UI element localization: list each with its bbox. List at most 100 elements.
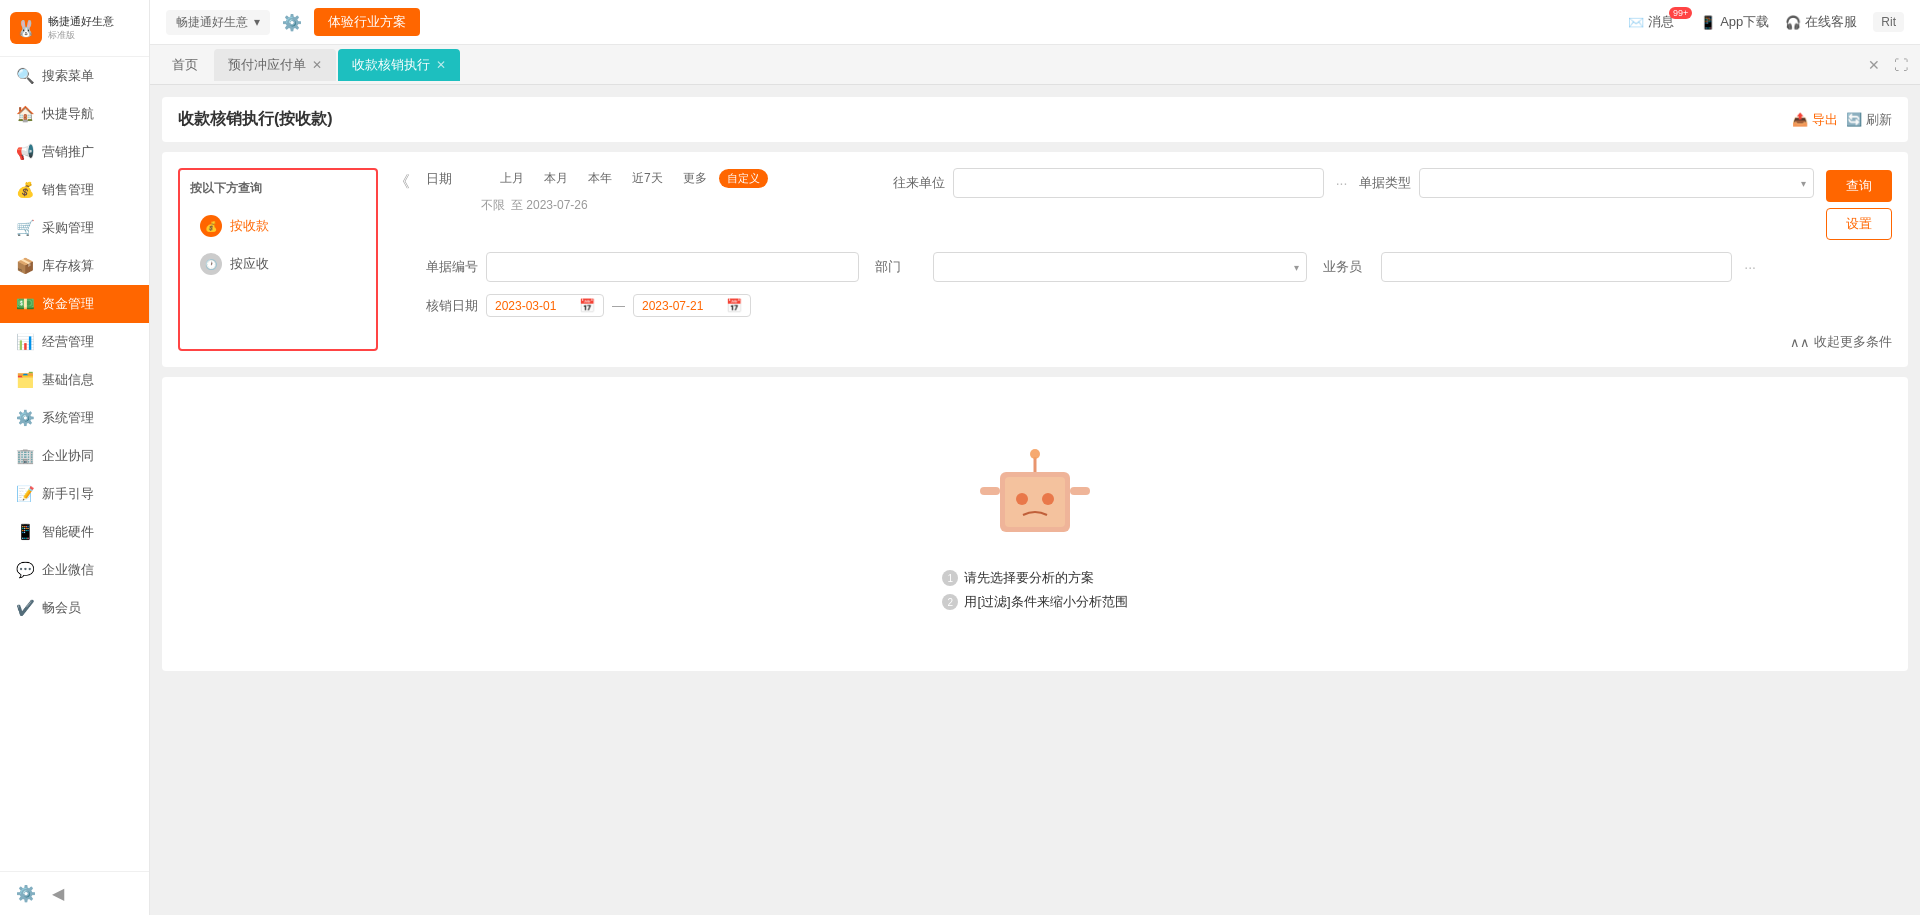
app-download-button[interactable]: 📱 App下载 (1700, 13, 1769, 31)
dept-select-wrapper: ▾ (933, 252, 1308, 282)
calendar-start-icon[interactable]: 📅 (579, 298, 595, 313)
filter-collapse-btn[interactable]: 《 (390, 168, 414, 197)
sidebar-item-marketing[interactable]: 📢 营销推广 (0, 133, 149, 171)
header-brand: 畅捷通好生意 ▾ (166, 10, 270, 35)
tab-close-all-btn[interactable]: ✕ (1864, 53, 1884, 77)
operation-icon: 📊 (16, 333, 34, 351)
sidebar-item-wechat[interactable]: 💬 企业微信 (0, 551, 149, 589)
content-card: 1 请先选择要分析的方案 2 用[过滤]条件来缩小分析范围 (162, 377, 1908, 671)
sidebar-item-operation[interactable]: 📊 经营管理 (0, 323, 149, 361)
sidebar-item-search[interactable]: 🔍 搜索菜单 (0, 57, 149, 95)
date-btn-last-month[interactable]: 上月 (492, 168, 532, 189)
hint-num-1: 1 (942, 570, 958, 586)
date-range-dash: — (612, 298, 625, 313)
writeoff-date-start-input[interactable] (495, 299, 575, 313)
filter-option-by-receivable[interactable]: 🕐 按应收 (190, 245, 366, 283)
doctype-label: 单据类型 (1359, 174, 1411, 192)
sidebar-item-basic[interactable]: 🗂️ 基础信息 (0, 361, 149, 399)
date-custom-btn[interactable]: 自定义 (719, 169, 768, 188)
filter-row-date: 日期 上月 本月 本年 近7天 更多 自定义 (426, 168, 881, 189)
hint-text-2: 用[过滤]条件来缩小分析范围 (964, 593, 1127, 611)
tab-close-receivable[interactable]: ✕ (436, 58, 446, 72)
svg-rect-7 (1070, 487, 1090, 495)
filter-field-writeoff: 核销日期 📅 — 📅 (426, 294, 1892, 317)
sidebar-item-sales[interactable]: 💰 销售管理 (0, 171, 149, 209)
sidebar-settings-btn[interactable]: ⚙️ (16, 884, 36, 903)
filter-option-by-receipt[interactable]: 💰 按收款 (190, 207, 366, 245)
tab-prepay[interactable]: 预付冲应付单 ✕ (214, 49, 336, 81)
sidebar-menu: 🔍 搜索菜单 🏠 快捷导航 📢 营销推广 💰 销售管理 🛒 采购管理 📦 库存核… (0, 57, 149, 871)
purchase-icon: 🛒 (16, 219, 34, 237)
sidebar-item-system[interactable]: ⚙️ 系统管理 (0, 399, 149, 437)
tab-bar: 首页 预付冲应付单 ✕ 收款核销执行 ✕ ✕ ⛶ (150, 45, 1920, 85)
empty-hint-2: 2 用[过滤]条件来缩小分析范围 (942, 593, 1127, 611)
date-to-label: 至 2023-07-26 (511, 197, 588, 214)
filter-right-area: 日期 上月 本月 本年 近7天 更多 自定义 不限 (426, 168, 1892, 351)
system-icon: ⚙️ (16, 409, 34, 427)
svg-point-5 (1030, 449, 1040, 459)
empty-hints: 1 请先选择要分析的方案 2 用[过滤]条件来缩小分析范围 (942, 569, 1127, 611)
sidebar-item-purchase[interactable]: 🛒 采购管理 (0, 209, 149, 247)
salesperson-dots-btn[interactable]: ··· (1744, 259, 1756, 275)
writeoff-date-start-wrap[interactable]: 📅 (486, 294, 604, 317)
export-button[interactable]: 📤 导出 (1792, 111, 1838, 129)
header-gear-icon[interactable]: ⚙️ (282, 13, 302, 32)
sidebar-item-finance[interactable]: 💵 资金管理 (0, 285, 149, 323)
collapse-more-btn[interactable]: ∧∧ 收起更多条件 (1790, 333, 1892, 351)
date-btn-more[interactable]: 更多 (675, 168, 715, 189)
doctype-select[interactable] (1419, 168, 1814, 198)
writeoff-date-end-wrap[interactable]: 📅 (633, 294, 751, 317)
sidebar-item-member[interactable]: ✔️ 畅会员 (0, 589, 149, 627)
date-btn-7days[interactable]: 近7天 (624, 168, 671, 189)
chevron-up-icon: ∧∧ (1790, 335, 1810, 350)
counterpart-dots-btn[interactable]: ··· (1336, 175, 1348, 191)
writeoff-date-end-input[interactable] (642, 299, 722, 313)
filter-row-docno: 单据编号 部门 ▾ 业务员 (426, 252, 1892, 282)
sidebar-item-enterprise[interactable]: 🏢 企业协同 (0, 437, 149, 475)
sidebar-item-quick-nav[interactable]: 🏠 快捷导航 (0, 95, 149, 133)
date-btn-this-year[interactable]: 本年 (580, 168, 620, 189)
finance-icon: 💵 (16, 295, 34, 313)
tab-receivable[interactable]: 收款核销执行 ✕ (338, 49, 460, 81)
collapse-more-row: ∧∧ 收起更多条件 (426, 333, 1892, 351)
empty-state: 1 请先选择要分析的方案 2 用[过滤]条件来缩小分析范围 (162, 377, 1908, 671)
refresh-button[interactable]: 🔄 刷新 (1846, 111, 1892, 129)
sidebar-item-inventory[interactable]: 📦 库存核算 (0, 247, 149, 285)
svg-rect-1 (1005, 477, 1065, 527)
counterpart-input[interactable] (953, 168, 1324, 198)
sidebar-item-hardware[interactable]: 📱 智能硬件 (0, 513, 149, 551)
app-logo: 🐰 畅捷通好生意 标准版 (0, 0, 149, 57)
writeoff-date-label: 核销日期 (426, 297, 478, 315)
sidebar-item-guide[interactable]: 📝 新手引导 (0, 475, 149, 513)
empty-hint-1: 1 请先选择要分析的方案 (942, 569, 1127, 587)
marketing-icon: 📢 (16, 143, 34, 161)
date-btn-this-month[interactable]: 本月 (536, 168, 576, 189)
tab-fullscreen-btn[interactable]: ⛶ (1890, 53, 1912, 77)
online-service-button[interactable]: 🎧 在线客服 (1785, 13, 1857, 31)
message-button[interactable]: ✉️ 消息 99+ (1628, 13, 1684, 31)
setting-button[interactable]: 设置 (1826, 208, 1892, 240)
hint-text-1: 请先选择要分析的方案 (964, 569, 1094, 587)
solution-button[interactable]: 体验行业方案 (314, 8, 420, 36)
salesperson-label: 业务员 (1323, 258, 1373, 276)
wechat-icon: 💬 (16, 561, 34, 579)
docno-input[interactable] (486, 252, 859, 282)
receivable-icon: 🕐 (200, 253, 222, 275)
calendar-end-icon[interactable]: 📅 (726, 298, 742, 313)
inventory-icon: 📦 (16, 257, 34, 275)
salesperson-input[interactable] (1381, 252, 1732, 282)
sidebar-collapse-btn[interactable]: ◀ (52, 884, 64, 903)
hardware-icon: 📱 (16, 523, 34, 541)
page-title: 收款核销执行(按收款) (178, 109, 333, 130)
chevron-down-icon[interactable]: ▾ (254, 15, 260, 29)
tab-home[interactable]: 首页 (158, 49, 212, 81)
hint-num-2: 2 (942, 594, 958, 610)
tab-close-prepay[interactable]: ✕ (312, 58, 322, 72)
filter-left-panel: 按以下方查询 💰 按收款 🕐 按应收 (178, 168, 378, 351)
query-button[interactable]: 查询 (1826, 170, 1892, 202)
headset-icon: 🎧 (1785, 15, 1801, 30)
doctype-select-wrapper: ▾ (1419, 168, 1814, 198)
user-info[interactable]: Rit (1873, 12, 1904, 32)
dept-select[interactable] (933, 252, 1308, 282)
message-badge: 99+ (1669, 7, 1692, 19)
